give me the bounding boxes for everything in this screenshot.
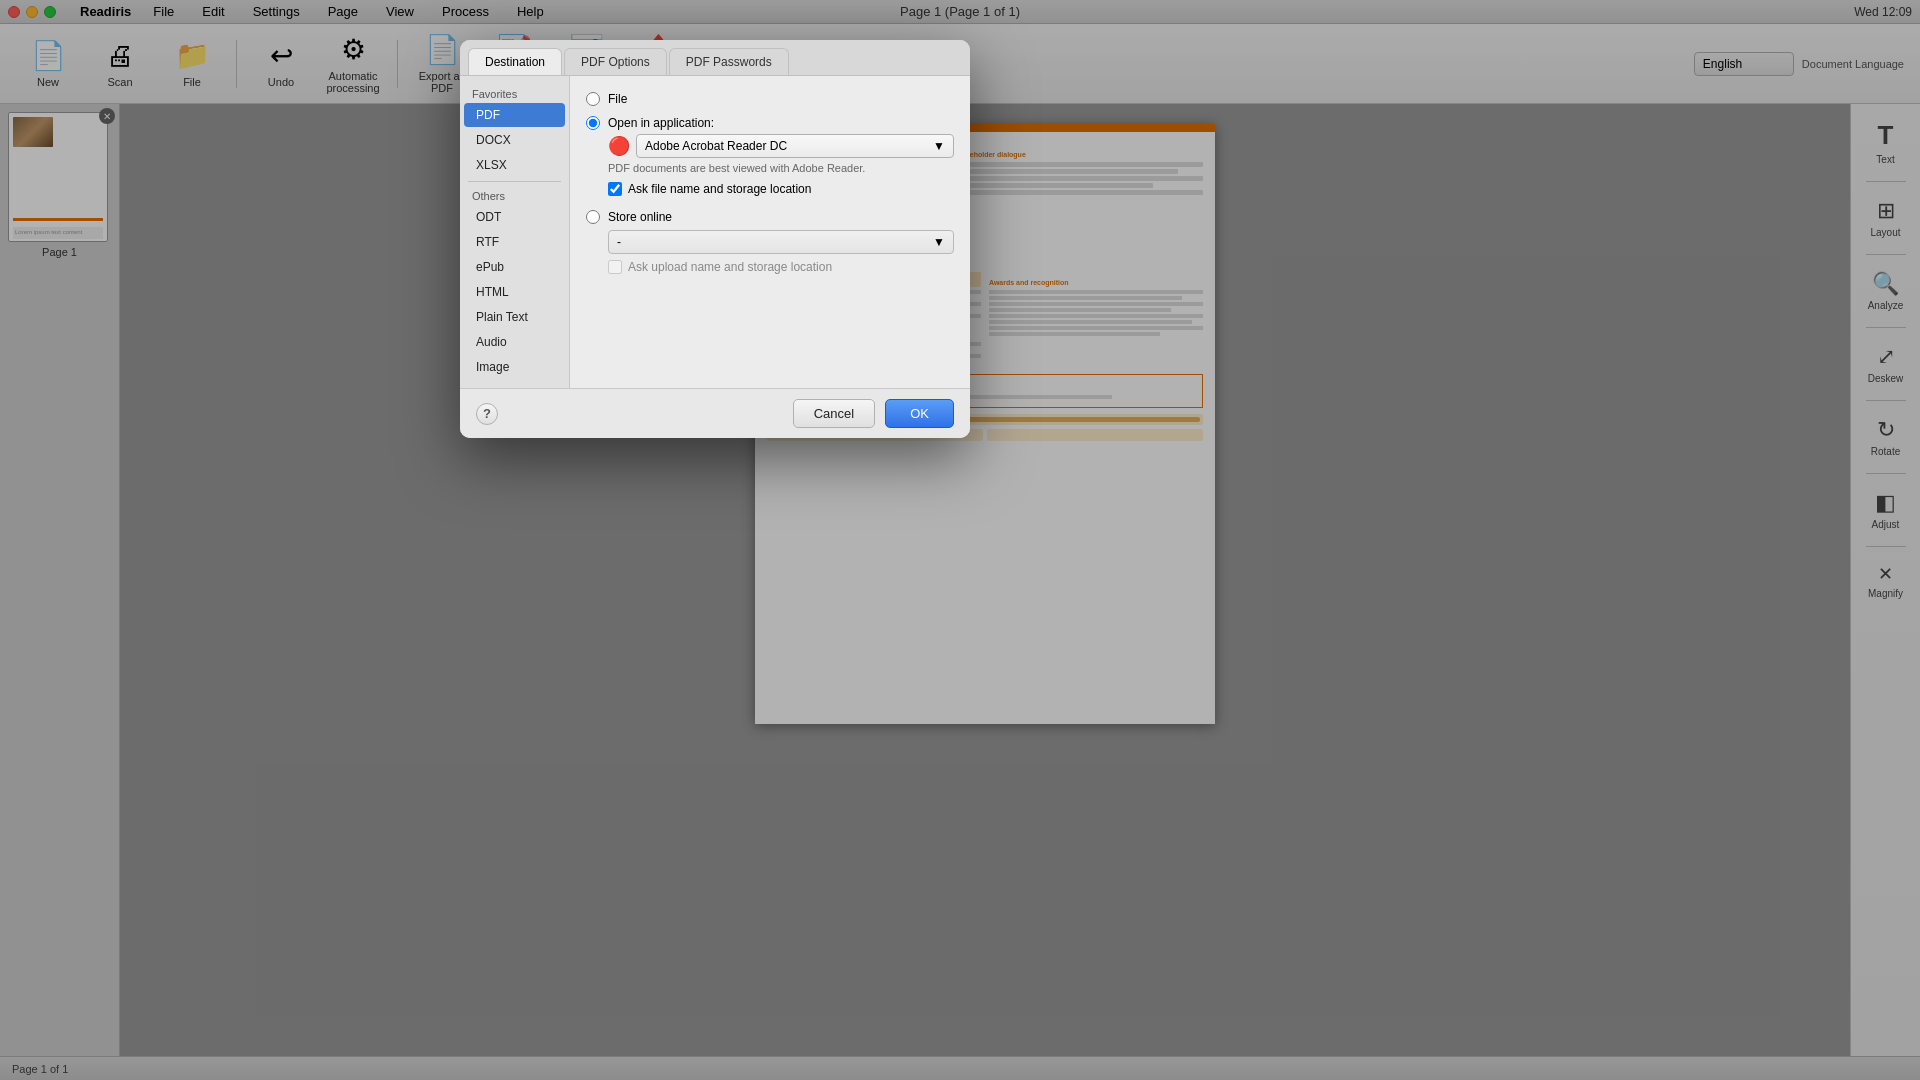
format-pdf[interactable]: PDF bbox=[464, 103, 565, 127]
radio-store-online-item[interactable]: Store online bbox=[586, 210, 954, 224]
help-button[interactable]: ? bbox=[476, 403, 498, 425]
radio-file-label: File bbox=[608, 92, 627, 106]
dialog-footer: ? Cancel OK bbox=[460, 388, 970, 438]
radio-store-online[interactable] bbox=[586, 210, 600, 224]
online-dropdown-arrow-icon: ▼ bbox=[933, 235, 945, 249]
online-option: - bbox=[617, 235, 621, 249]
format-audio[interactable]: Audio bbox=[464, 330, 565, 354]
format-odt[interactable]: ODT bbox=[464, 205, 565, 229]
ask-filename-checkbox[interactable] bbox=[608, 182, 622, 196]
radio-group: File Open in application: 🔴 Adobe Acroba… bbox=[586, 92, 954, 274]
format-docx[interactable]: DOCX bbox=[464, 128, 565, 152]
format-sep bbox=[468, 181, 561, 182]
acrobat-icon: 🔴 bbox=[608, 135, 630, 157]
app-dropdown[interactable]: Adobe Acrobat Reader DC ▼ bbox=[636, 134, 954, 158]
format-html[interactable]: HTML bbox=[464, 280, 565, 304]
ask-upload-label: Ask upload name and storage location bbox=[628, 260, 832, 274]
tab-pdf-passwords[interactable]: PDF Passwords bbox=[669, 48, 789, 75]
radio-file[interactable] bbox=[586, 92, 600, 106]
app-selector: 🔴 Adobe Acrobat Reader DC ▼ bbox=[608, 134, 954, 158]
ask-upload-checkbox[interactable] bbox=[608, 260, 622, 274]
app-hint: PDF documents are best viewed with Adobe… bbox=[608, 162, 954, 174]
online-dropdown[interactable]: - ▼ bbox=[608, 230, 954, 254]
ok-button[interactable]: OK bbox=[885, 399, 954, 428]
dialog-overlay: Destination PDF Options PDF Passwords Fa… bbox=[0, 0, 1920, 1080]
radio-store-online-label: Store online bbox=[608, 210, 672, 224]
ask-upload-row: Ask upload name and storage location bbox=[608, 260, 954, 274]
destination-options: File Open in application: 🔴 Adobe Acroba… bbox=[570, 76, 970, 388]
tab-destination[interactable]: Destination bbox=[468, 48, 562, 75]
dialog-tabs: Destination PDF Options PDF Passwords bbox=[460, 40, 970, 76]
ask-filename-label: Ask file name and storage location bbox=[628, 182, 811, 196]
radio-open-app-label: Open in application: bbox=[608, 116, 714, 130]
cancel-button[interactable]: Cancel bbox=[793, 399, 875, 428]
store-online-section: Store online - ▼ Ask upload name and sto… bbox=[586, 210, 954, 274]
favorites-label: Favorites bbox=[460, 84, 569, 102]
export-dialog: Destination PDF Options PDF Passwords Fa… bbox=[460, 40, 970, 438]
format-xlsx[interactable]: XLSX bbox=[464, 153, 565, 177]
dialog-body: Favorites PDF DOCX XLSX Others ODT RTF e… bbox=[460, 76, 970, 388]
format-rtf[interactable]: RTF bbox=[464, 230, 565, 254]
others-label: Others bbox=[460, 186, 569, 204]
format-list: Favorites PDF DOCX XLSX Others ODT RTF e… bbox=[460, 76, 570, 388]
radio-file-item[interactable]: File bbox=[586, 92, 954, 106]
format-epub[interactable]: ePub bbox=[464, 255, 565, 279]
format-image[interactable]: Image bbox=[464, 355, 565, 379]
radio-open-app-item[interactable]: Open in application: bbox=[586, 116, 954, 130]
format-plain-text[interactable]: Plain Text bbox=[464, 305, 565, 329]
ask-filename-row[interactable]: Ask file name and storage location bbox=[608, 182, 954, 196]
dropdown-arrow-icon: ▼ bbox=[933, 139, 945, 153]
radio-open-app-container: Open in application: 🔴 Adobe Acrobat Rea… bbox=[586, 116, 954, 196]
app-name: Adobe Acrobat Reader DC bbox=[645, 139, 787, 153]
radio-open-app[interactable] bbox=[586, 116, 600, 130]
tab-pdf-options[interactable]: PDF Options bbox=[564, 48, 667, 75]
